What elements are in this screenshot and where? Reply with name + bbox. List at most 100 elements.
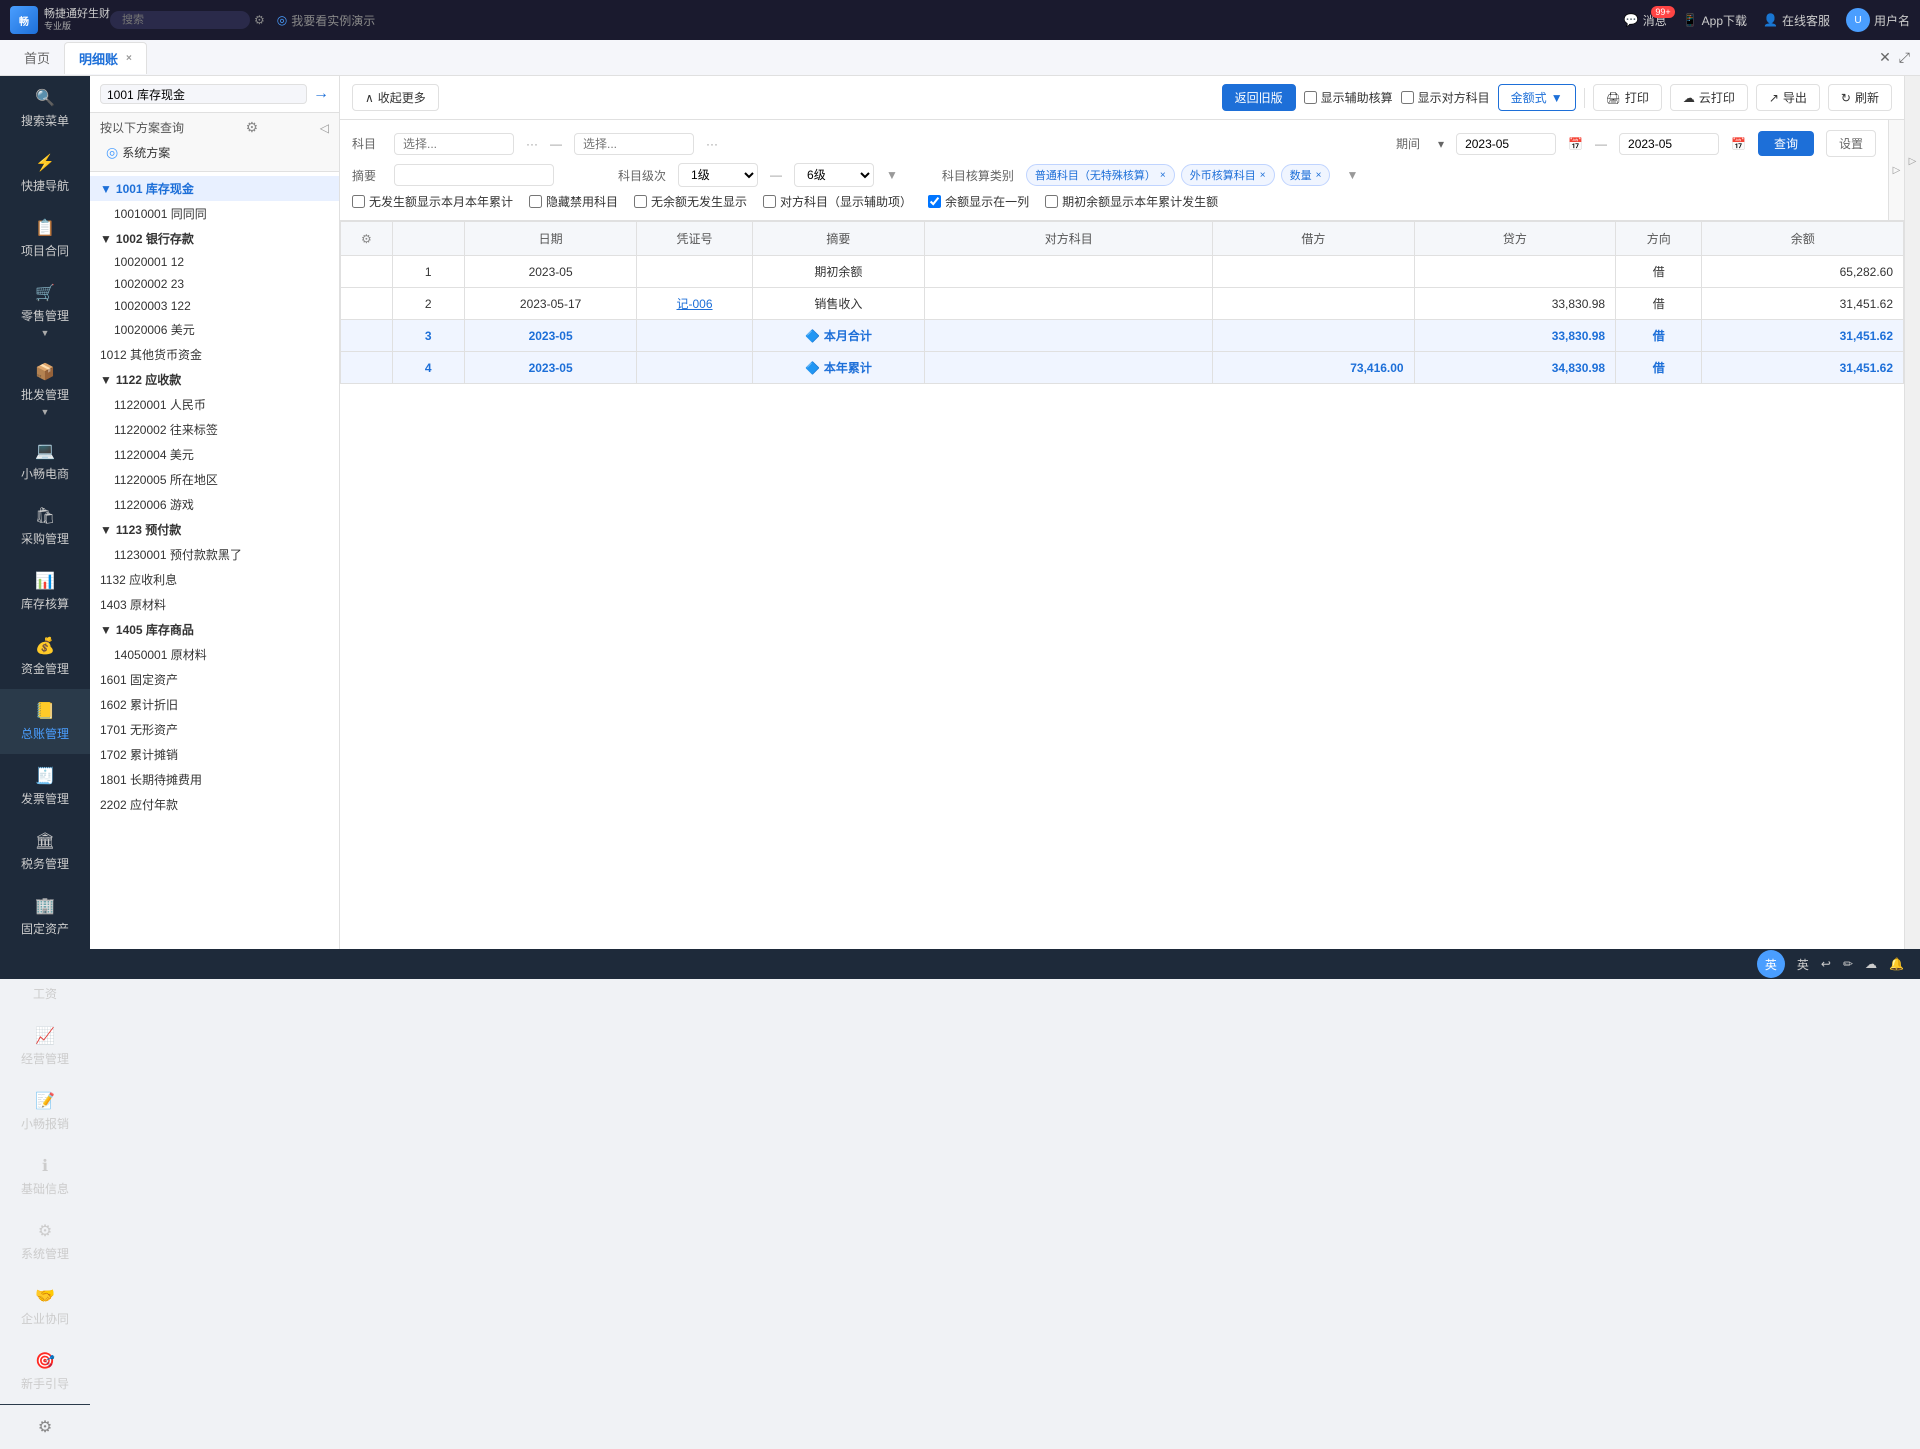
sidebar-item-collab[interactable]: 🤝 企业协同	[0, 1274, 90, 1339]
tree-item-1122[interactable]: ▼ 1122 应收款	[90, 367, 339, 392]
bottom-bell-btn[interactable]: 🔔	[1889, 957, 1904, 971]
show-aux-checkbox[interactable]: 显示辅助核算	[1304, 89, 1393, 106]
cb-hide-disabled[interactable]: 隐藏禁用科目	[529, 193, 618, 210]
cb-no-balance-input[interactable]	[634, 195, 647, 208]
return-old-btn[interactable]: 返回旧版	[1222, 84, 1296, 111]
sidebar-item-invoice[interactable]: 🧾 发票管理	[0, 754, 90, 819]
refresh-btn[interactable]: ↻ 刷新	[1828, 84, 1892, 111]
subject-more-icon[interactable]: ···	[526, 137, 538, 151]
tree-item-1702[interactable]: 1702 累计摊销	[90, 742, 339, 767]
sidebar-item-system[interactable]: ⚙ 系统管理	[0, 1209, 90, 1274]
tree-item-1405[interactable]: ▼ 1405 库存商品	[90, 617, 339, 642]
tree-item-1132[interactable]: 1132 应收利息	[90, 567, 339, 592]
tree-item-14050001[interactable]: 14050001 原材料	[90, 642, 339, 667]
sidebar-item-inventory[interactable]: 📊 库存核算	[0, 559, 90, 624]
sidebar-item-guide[interactable]: 🎯 新手引导	[0, 1339, 90, 1404]
cb-hide-disabled-input[interactable]	[529, 195, 542, 208]
sidebar-gear-btn[interactable]: ⚙	[0, 1404, 90, 1449]
maximize-btn[interactable]: ⤢	[1899, 49, 1910, 66]
sidebar-item-assets[interactable]: 🏢 固定资产	[0, 884, 90, 949]
sidebar-item-search[interactable]: 🔍 搜索菜单	[0, 76, 90, 141]
tab-close-btn[interactable]: ×	[126, 53, 132, 64]
settings-btn[interactable]: 设置	[1826, 130, 1876, 157]
right-collapse-panel[interactable]: ▷	[1904, 76, 1920, 979]
cb-balance-col-input[interactable]	[928, 195, 941, 208]
tab-detail[interactable]: 明细账 ×	[64, 42, 147, 74]
print-btn[interactable]: 🖨 打印	[1593, 84, 1662, 111]
account-arrow-btn[interactable]: →	[313, 85, 329, 103]
demo-hint[interactable]: ◎ 我要看实例演示	[277, 12, 376, 29]
expand-more-btn[interactable]: ∧ 收起更多	[352, 84, 439, 111]
show-aux-input[interactable]	[1304, 91, 1317, 104]
tree-item-10020003[interactable]: 10020003 122	[90, 295, 339, 317]
sidebar-item-fund[interactable]: 💰 资金管理	[0, 624, 90, 689]
tree-item-1403[interactable]: 1403 原材料	[90, 592, 339, 617]
tree-item-1012[interactable]: 1012 其他货币资金	[90, 342, 339, 367]
cell-voucher-2[interactable]: 记-006	[637, 288, 752, 320]
settings-icon[interactable]: ⚙	[254, 13, 265, 27]
bottom-edit-btn[interactable]: ✏	[1843, 957, 1853, 971]
scheme-collapse-icon[interactable]: ◁	[320, 121, 329, 135]
level-start-select[interactable]: 1级2级3级	[678, 163, 758, 187]
subject-end-more-icon[interactable]: ···	[706, 137, 718, 151]
close-window-btn[interactable]: ✕	[1879, 49, 1891, 66]
subject-input[interactable]	[394, 133, 514, 155]
cb-contra-input[interactable]	[763, 195, 776, 208]
tree-item-2202[interactable]: 2202 应付年款	[90, 792, 339, 817]
bottom-undo-btn[interactable]: ↩	[1821, 957, 1831, 971]
query-btn[interactable]: 查询	[1758, 131, 1814, 156]
tree-item-1801[interactable]: 1801 长期待摊费用	[90, 767, 339, 792]
sidebar-item-purchase[interactable]: 🛍 采购管理	[0, 494, 90, 559]
voucher-link-2[interactable]: 记-006	[677, 297, 713, 311]
sidebar-item-nav[interactable]: ⚡ 快捷导航	[0, 141, 90, 206]
tree-item-10020001[interactable]: 10020001 12	[90, 251, 339, 273]
app-download-btn[interactable]: 📱 App下载	[1683, 12, 1747, 29]
cloud-print-btn[interactable]: ☁ 云打印	[1670, 84, 1748, 111]
cb-balance-col[interactable]: 余额显示在一列	[928, 193, 1029, 210]
tree-item-11220005[interactable]: 11220005 所在地区	[90, 467, 339, 492]
account-search[interactable]	[100, 84, 307, 104]
export-btn[interactable]: ↗ 导出	[1756, 84, 1820, 111]
period-start-input[interactable]	[1456, 133, 1556, 155]
col-settings-icon[interactable]: ⚙	[361, 232, 372, 246]
tree-item-1601[interactable]: 1601 固定资产	[90, 667, 339, 692]
sidebar-item-ecommerce[interactable]: 💻 小畅电商	[0, 429, 90, 494]
period-end-input[interactable]	[1619, 133, 1719, 155]
scheme-settings-icon[interactable]: ⚙	[246, 119, 259, 136]
cb-no-amount-input[interactable]	[352, 195, 365, 208]
amount-style-btn[interactable]: 金额式 ▼	[1498, 84, 1576, 111]
tree-item-1002[interactable]: ▼ 1002 银行存款	[90, 226, 339, 251]
tag-normal-close[interactable]: ×	[1160, 170, 1166, 181]
online-service-btn[interactable]: 👤 在线客服	[1763, 12, 1830, 29]
show-contra-checkbox[interactable]: 显示对方科目	[1401, 89, 1490, 106]
summary-input[interactable]	[394, 164, 554, 186]
sidebar-item-retail[interactable]: 🛒 零售管理 ▼	[0, 271, 90, 350]
tree-item-11220002[interactable]: 11220002 往来标签	[90, 417, 339, 442]
sidebar-item-tax[interactable]: 🏛 税务管理	[0, 819, 90, 884]
cb-no-balance[interactable]: 无余额无发生显示	[634, 193, 747, 210]
subject-end-input[interactable]	[574, 133, 694, 155]
tree-item-10020006[interactable]: 10020006 美元	[90, 317, 339, 342]
calendar-end-icon[interactable]: 📅	[1731, 137, 1746, 151]
tree-item-11220001[interactable]: 11220001 人民币	[90, 392, 339, 417]
cb-opening[interactable]: 期初余额显示本年累计发生额	[1045, 193, 1218, 210]
scheme-item-system[interactable]: ◎ 系统方案	[100, 140, 329, 165]
tree-item-1001[interactable]: ▼ 1001 库存现金	[90, 176, 339, 201]
tree-item-10020002[interactable]: 10020002 23	[90, 273, 339, 295]
tag-quantity-close[interactable]: ×	[1316, 170, 1322, 181]
calendar-start-icon[interactable]: 📅	[1568, 137, 1583, 151]
account-search-input[interactable]	[107, 87, 300, 101]
tree-item-11230001[interactable]: 11230001 预付款款黑了	[90, 542, 339, 567]
bottom-translate-btn[interactable]: 英	[1757, 950, 1785, 978]
message-btn[interactable]: 💬 消息 99+	[1624, 12, 1667, 29]
tab-home[interactable]: 首页	[10, 42, 64, 73]
bottom-lang-btn[interactable]: 英	[1797, 956, 1809, 973]
sidebar-item-wholesale[interactable]: 📦 批发管理 ▼	[0, 350, 90, 429]
tree-item-1602[interactable]: 1602 累计折旧	[90, 692, 339, 717]
global-search-input[interactable]	[110, 11, 250, 29]
cb-no-amount[interactable]: 无发生额显示本月本年累计	[352, 193, 513, 210]
sidebar-item-operation[interactable]: 📈 经营管理	[0, 1014, 90, 1079]
sidebar-item-project[interactable]: 📋 项目合同	[0, 206, 90, 271]
filter-expand-btn[interactable]: ▷	[1888, 120, 1904, 220]
tree-item-11220006[interactable]: 11220006 游戏	[90, 492, 339, 517]
